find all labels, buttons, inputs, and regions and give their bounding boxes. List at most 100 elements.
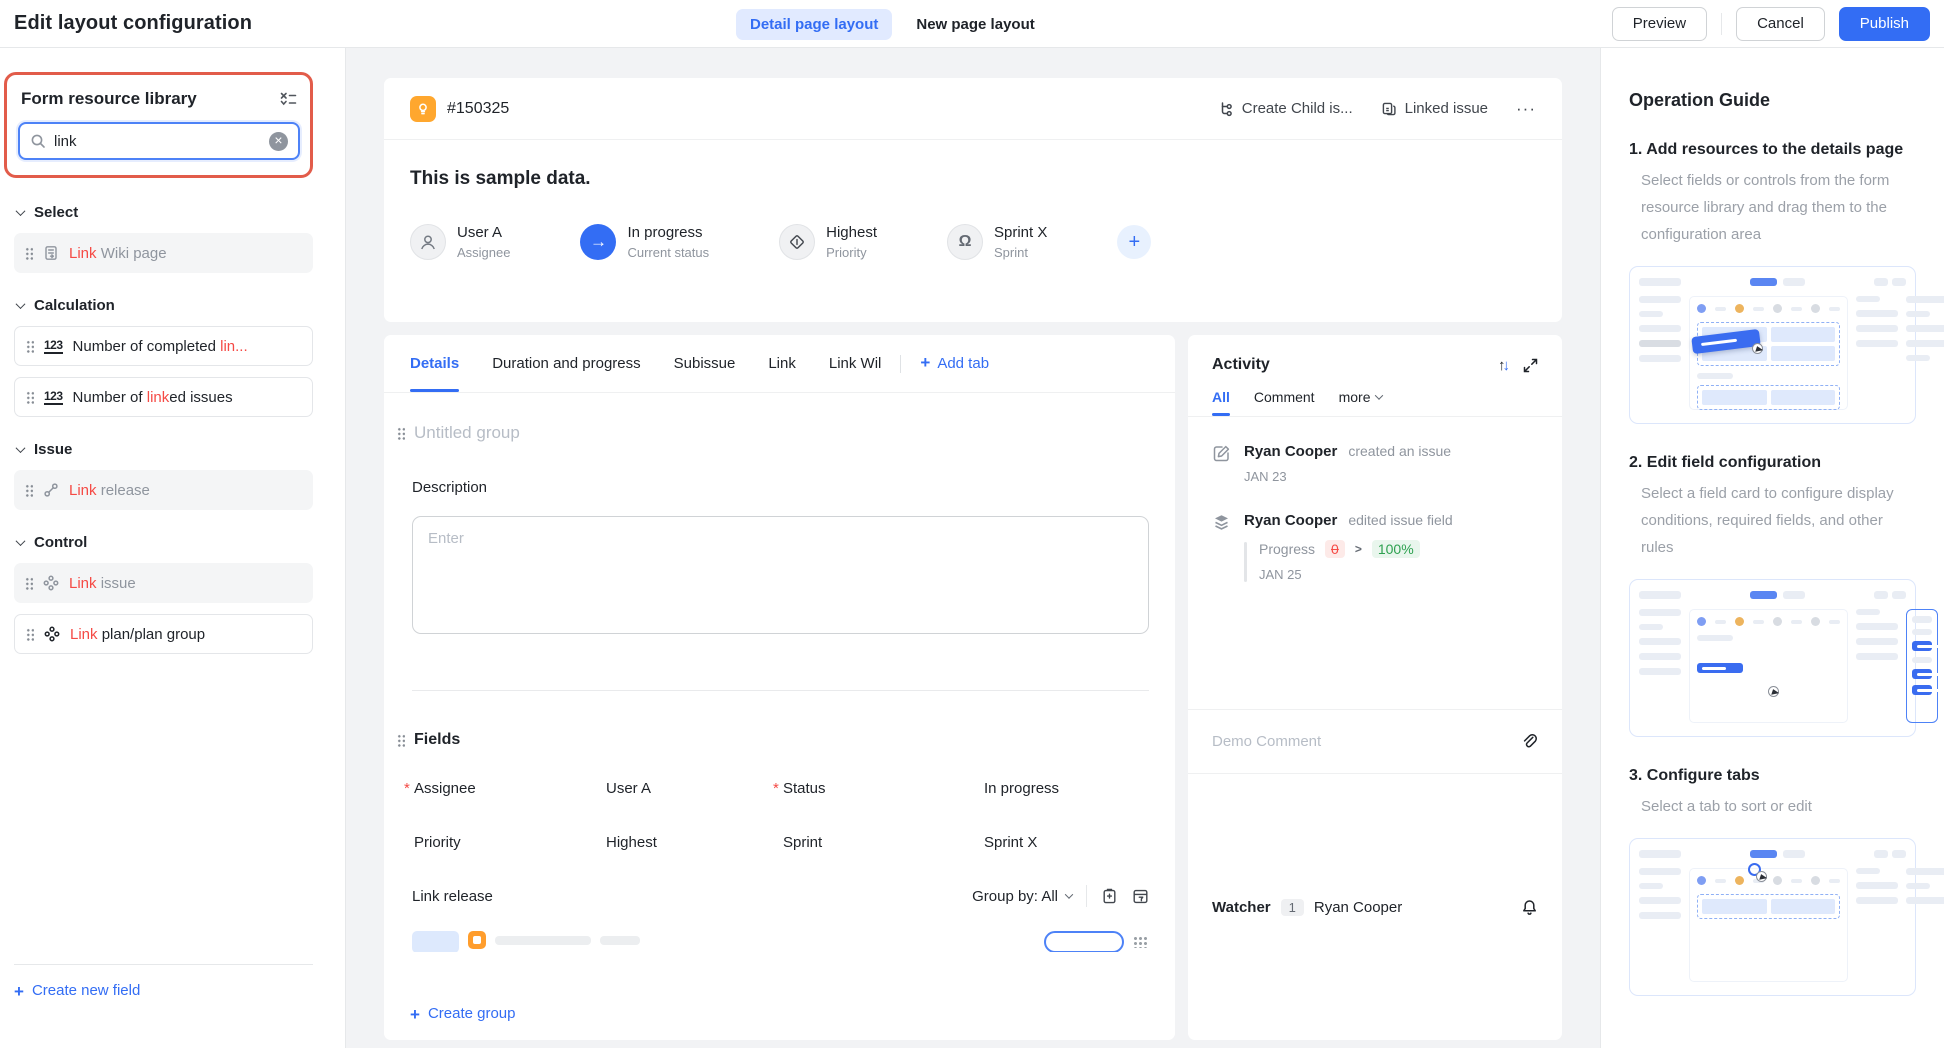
issue-id: #150325 [447, 99, 510, 117]
linked-release-item-clipped[interactable] [412, 931, 1149, 952]
link-release-label[interactable]: Link release [412, 888, 493, 905]
sprint-chip[interactable]: Ω Sprint X Sprint [947, 224, 1047, 260]
group-title-placeholder[interactable]: Untitled group [414, 423, 520, 443]
section-calculation[interactable]: Calculation [15, 297, 313, 314]
fields-grid: * Assignee User A * Status In progress Pri… [397, 761, 1149, 952]
section-select[interactable]: Select [15, 204, 313, 221]
cancel-button[interactable]: Cancel [1736, 6, 1825, 41]
board-view-icon[interactable] [1101, 888, 1118, 905]
tab-duration-progress[interactable]: Duration and progress [492, 335, 640, 392]
sort-order-icon[interactable]: ↑↓ [1498, 357, 1510, 374]
release-text-placeholder [600, 936, 640, 945]
field-label-status[interactable]: * Status [773, 780, 984, 797]
more-actions-icon[interactable]: ··· [1516, 99, 1536, 119]
drag-handle-icon[interactable] [25, 246, 33, 260]
activity-user[interactable]: Ryan Cooper [1244, 443, 1337, 460]
drag-handle-icon[interactable] [397, 733, 405, 747]
field-card-link-wiki-page[interactable]: Link Wiki page [14, 233, 313, 273]
tab-link-wil[interactable]: Link Wil [829, 335, 882, 392]
edit-square-icon [1212, 443, 1231, 484]
required-marker: * [773, 779, 779, 797]
collapse-fields-icon[interactable] [280, 92, 297, 107]
field-value-priority[interactable]: Highest [606, 834, 781, 851]
search-input[interactable] [54, 132, 261, 150]
field-value-status[interactable]: In progress [984, 780, 1059, 797]
section-label: Issue [34, 441, 73, 458]
section-control[interactable]: Control [15, 534, 313, 551]
drag-handle-icon[interactable] [25, 483, 33, 497]
activity-action: created an issue [1348, 443, 1452, 459]
layers-icon [1212, 512, 1231, 582]
linked-issue-icon [1382, 102, 1396, 115]
bell-icon[interactable] [1521, 899, 1538, 916]
fields-group-title: Fields [414, 731, 461, 748]
create-group-button[interactable]: + Create group [384, 992, 1175, 1040]
drag-handle-icon[interactable] [397, 426, 405, 440]
tab-new-page-layout[interactable]: New page layout [902, 9, 1048, 40]
field-card-number-completed-linked[interactable]: 123 Number of completed lin... [14, 326, 313, 366]
activity-tab-more[interactable]: more [1338, 389, 1384, 416]
drag-handle-icon[interactable] [26, 339, 34, 353]
drag-handle-icon[interactable] [25, 576, 33, 590]
drag-handle-icon[interactable] [26, 390, 34, 404]
create-new-field-button[interactable]: + Create new field [14, 964, 313, 1048]
priority-chip[interactable]: Highest Priority [779, 224, 877, 260]
add-tab-button[interactable]: + Add tab [920, 353, 989, 373]
comment-input[interactable]: Demo Comment [1188, 709, 1562, 773]
expand-icon[interactable] [1523, 358, 1538, 373]
linked-issue-button[interactable]: Linked issue [1381, 100, 1488, 117]
field-label-sprint[interactable]: Sprint [781, 834, 984, 851]
tab-detail-page-layout[interactable]: Detail page layout [736, 8, 893, 40]
guide-illustration-configure [1629, 579, 1941, 737]
activity-title: Activity [1212, 356, 1270, 373]
plus-icon: + [920, 353, 931, 373]
tab-details[interactable]: Details [410, 335, 460, 392]
filter-panel-icon[interactable] [1132, 888, 1149, 905]
create-child-issue-button[interactable]: Create Child is... [1218, 100, 1353, 117]
preview-button[interactable]: Preview [1611, 6, 1708, 41]
control-card-link-plan[interactable]: Link plan/plan group [14, 614, 313, 654]
watcher-label: Watcher [1212, 898, 1271, 916]
new-value: 100% [1371, 540, 1420, 558]
more-tab-label: more [1338, 389, 1371, 405]
field-label-assignee[interactable]: * Assignee [404, 780, 606, 797]
field-card-number-linked-issues[interactable]: 123 Number of linked issues [14, 377, 313, 417]
clear-search-icon[interactable]: × [269, 131, 288, 151]
activity-user[interactable]: Ryan Cooper [1244, 512, 1337, 529]
comment-placeholder: Demo Comment [1212, 733, 1322, 750]
release-more-icon [1133, 936, 1149, 948]
plus-icon: + [410, 1005, 420, 1024]
group-by-dropdown[interactable]: Group by: All [972, 888, 1074, 905]
chevron-down-icon [15, 299, 26, 310]
chip-value: Sprint X [994, 224, 1048, 241]
publish-button[interactable]: Publish [1838, 6, 1930, 41]
attachment-paperclip-icon[interactable] [1521, 733, 1538, 750]
library-sections: Select Link Wiki page Calculation 123 Nu… [0, 178, 345, 654]
fields-group-header[interactable]: Fields [397, 731, 1149, 749]
untitled-group-header[interactable]: Untitled group [397, 423, 1149, 443]
chevron-down-icon [1064, 890, 1074, 899]
activity-tab-all[interactable]: All [1212, 389, 1230, 416]
tab-link[interactable]: Link [768, 335, 796, 392]
control-icon [44, 626, 60, 642]
details-card: Details Duration and progress Subissue L… [384, 335, 1175, 1040]
cursor-icon [1756, 871, 1767, 882]
tab-subissue[interactable]: Subissue [674, 335, 736, 392]
cursor-icon [1768, 686, 1779, 697]
description-input[interactable]: Enter [412, 516, 1149, 634]
watcher-name[interactable]: Ryan Cooper [1314, 899, 1402, 916]
control-card-link-issue[interactable]: Link issue [14, 563, 313, 603]
sprint-icon: Ω [947, 224, 983, 260]
field-card-link-release[interactable]: Link release [14, 470, 313, 510]
field-value-sprint[interactable]: Sprint X [984, 834, 1037, 851]
section-issue[interactable]: Issue [15, 441, 313, 458]
add-field-chip-button[interactable]: + [1117, 225, 1152, 259]
field-label-priority[interactable]: Priority [412, 834, 606, 851]
drag-handle-icon[interactable] [26, 627, 34, 641]
operation-guide-panel: Operation Guide 1. Add resources to the … [1600, 48, 1944, 1048]
activity-tab-comment[interactable]: Comment [1254, 389, 1315, 416]
divider [900, 354, 902, 373]
status-chip[interactable]: → In progress Current status [580, 224, 709, 260]
assignee-chip[interactable]: User A Assignee [410, 224, 510, 260]
field-value-assignee[interactable]: User A [606, 780, 781, 797]
